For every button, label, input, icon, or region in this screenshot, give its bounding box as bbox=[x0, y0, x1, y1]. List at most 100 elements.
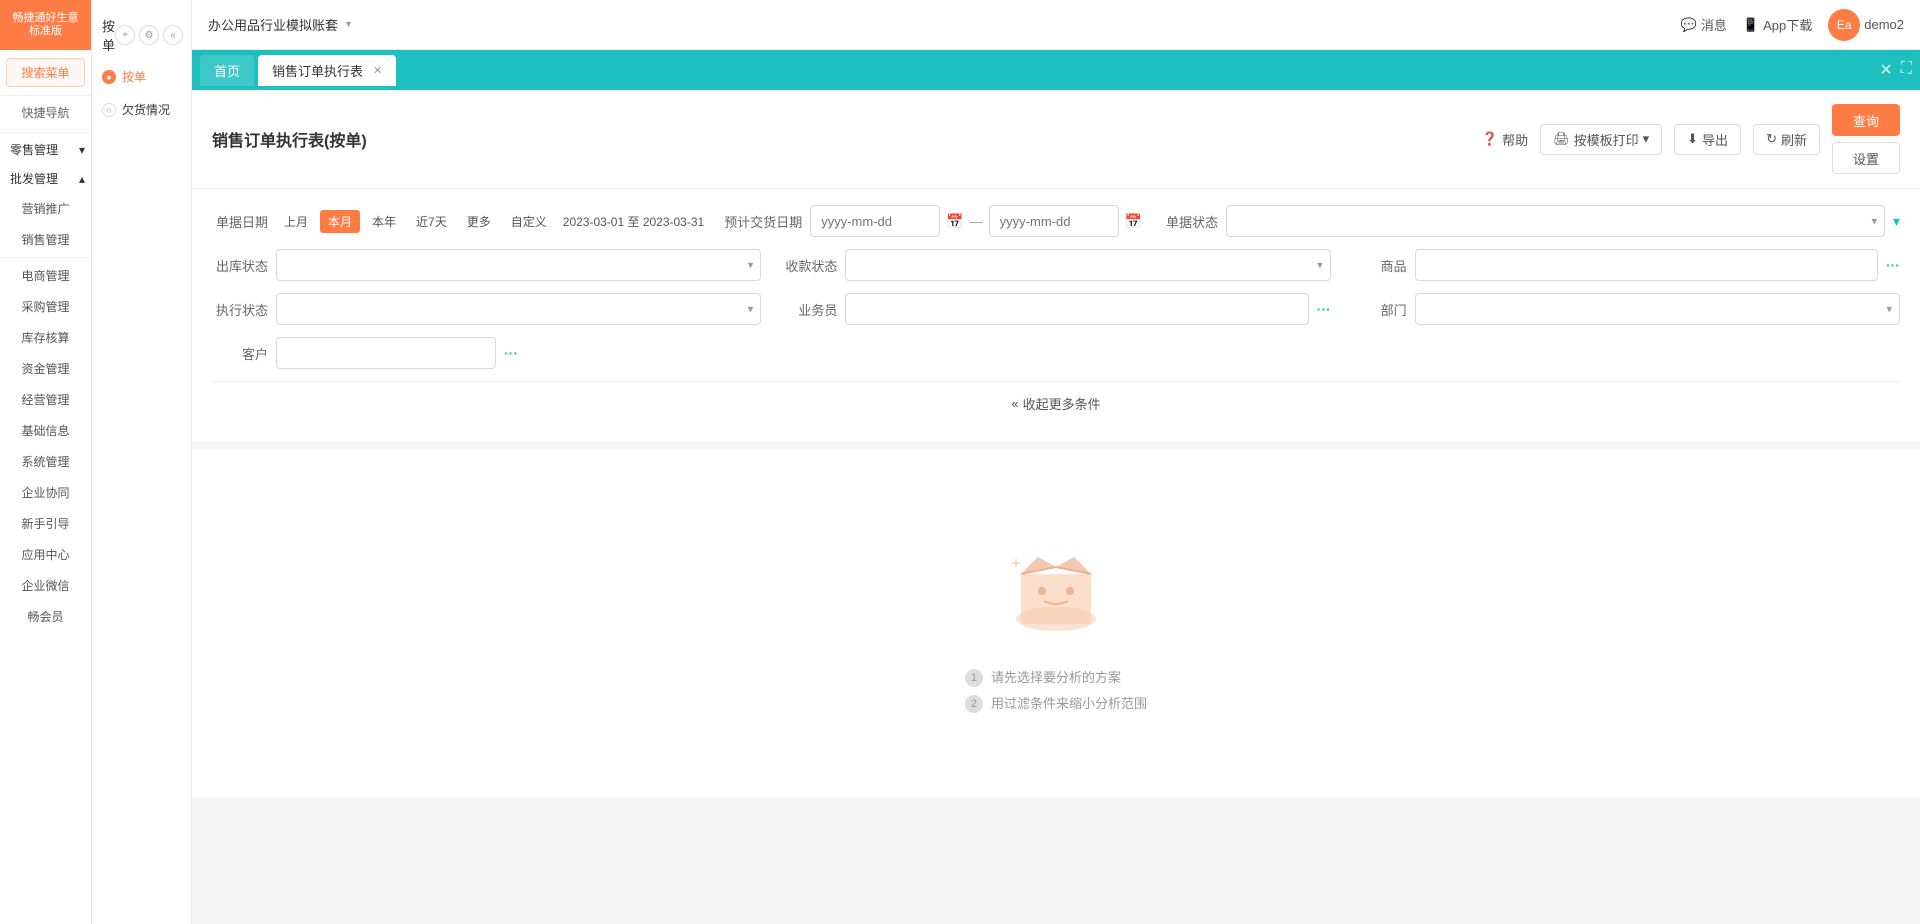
empty-tip-1: 请先选择要分析的方案 bbox=[991, 665, 1121, 691]
page-header: 销售订单执行表(按单) ❓ 帮助 🖨 按模板打印 ▾ ⬇ 导出 ↻ 刷新 bbox=[192, 90, 1920, 189]
sub-item-by-order[interactable]: ● 按单 bbox=[92, 60, 191, 93]
date-tab-custom[interactable]: 自定义 bbox=[503, 210, 555, 233]
salesperson-input[interactable] bbox=[845, 293, 1308, 325]
tab-home[interactable]: 首页 bbox=[200, 55, 254, 86]
sidebar-section-retail[interactable]: 零售管理 ▾ bbox=[0, 135, 91, 164]
filter-row-4: 客户 ··· bbox=[212, 337, 1900, 369]
exec-select-wrap bbox=[276, 293, 761, 325]
page-actions: ❓ 帮助 🖨 按模板打印 ▾ ⬇ 导出 ↻ 刷新 查询 bbox=[1482, 104, 1900, 188]
sidebar-item-marketing[interactable]: 营销推广 bbox=[0, 193, 91, 224]
empty-tip-row-2: 2 用过滤条件来缩小分析范围 bbox=[965, 691, 1147, 717]
empty-tip-2: 用过滤条件来缩小分析范围 bbox=[991, 691, 1147, 717]
cal-icon-start[interactable]: 📅 bbox=[946, 213, 963, 230]
dept-select-wrap bbox=[1415, 293, 1900, 325]
topbar-dropdown-icon[interactable]: ▾ bbox=[346, 19, 351, 30]
collapse-icon: « bbox=[1011, 396, 1018, 411]
exec-select[interactable] bbox=[276, 293, 761, 325]
app-download-button[interactable]: 📱 App下载 bbox=[1743, 15, 1812, 34]
settings-button[interactable]: 设置 bbox=[1832, 142, 1900, 174]
date-tab-this-year[interactable]: 本年 bbox=[364, 210, 404, 233]
sidebar-item-ecommerce[interactable]: 电商管理 bbox=[0, 260, 91, 291]
collapse-sidebar-button[interactable]: « bbox=[163, 25, 183, 45]
receipt-select[interactable] bbox=[845, 249, 1330, 281]
sub-item-arrears[interactable]: ○ 欠货情况 bbox=[92, 93, 191, 126]
sidebar-item-purchase[interactable]: 采购管理 bbox=[0, 291, 91, 322]
empty-illustration bbox=[996, 529, 1116, 649]
expected-date-end-input[interactable] bbox=[989, 205, 1119, 237]
app-download-icon: 📱 bbox=[1743, 17, 1759, 33]
tip-num-2: 2 bbox=[965, 695, 983, 713]
sub-sidebar-title: 按单 bbox=[102, 16, 115, 54]
app-download-label: App下载 bbox=[1763, 15, 1812, 34]
sidebar-item-wechat[interactable]: 企业微信 bbox=[0, 570, 91, 601]
message-button[interactable]: 💬 消息 bbox=[1681, 15, 1727, 34]
sidebar-item-app-center[interactable]: 应用中心 bbox=[0, 539, 91, 570]
query-button[interactable]: 查询 bbox=[1832, 104, 1900, 136]
filter-outstock-item: 出库状态 bbox=[212, 249, 761, 281]
filter-receipt-item: 收款状态 bbox=[781, 249, 1330, 281]
outstock-select-wrap bbox=[276, 249, 761, 281]
filter-row-2: 出库状态 收款状态 商品 bbox=[212, 249, 1900, 281]
tab-close-all-button[interactable]: ✕ bbox=[1879, 60, 1892, 80]
date-tab-more[interactable]: 更多 bbox=[459, 210, 499, 233]
expected-date-start-input[interactable] bbox=[810, 205, 940, 237]
date-label: 单据日期 bbox=[212, 212, 268, 231]
salesperson-label: 业务员 bbox=[781, 300, 837, 319]
filter-salesperson-item: 业务员 ··· bbox=[781, 293, 1330, 325]
dept-select[interactable] bbox=[1415, 293, 1900, 325]
tab-sales-exec[interactable]: 销售订单执行表 ✕ bbox=[258, 55, 396, 86]
date-tab-this-month[interactable]: 本月 bbox=[320, 210, 360, 233]
sidebar-section-wholesale-icon: ▴ bbox=[79, 172, 85, 186]
search-menu-button[interactable]: 搜索菜单 bbox=[6, 58, 85, 87]
export-label: 导出 bbox=[1702, 130, 1728, 149]
sidebar-item-operations[interactable]: 经营管理 bbox=[0, 384, 91, 415]
tab-home-label: 首页 bbox=[214, 61, 240, 80]
app-logo[interactable]: 畅捷通好生意 标准版 bbox=[0, 0, 91, 50]
tab-action-area: ✕ ⛶ bbox=[1879, 60, 1912, 80]
sidebar-section-wholesale[interactable]: 批发管理 ▴ bbox=[0, 164, 91, 193]
sidebar-divider-2 bbox=[0, 257, 91, 258]
sidebar-divider-1 bbox=[0, 132, 91, 133]
sidebar-item-sales[interactable]: 销售管理 bbox=[0, 224, 91, 255]
status-dropdown-icon[interactable]: ▾ bbox=[1893, 213, 1900, 230]
print-dropdown-icon: ▾ bbox=[1643, 131, 1650, 147]
sub-sidebar-header: 按单 + ⚙ « bbox=[92, 10, 191, 60]
salesperson-more-icon[interactable]: ··· bbox=[1317, 301, 1331, 317]
sub-item-by-order-label: 按单 bbox=[122, 68, 146, 85]
settings-scheme-button[interactable]: ⚙ bbox=[139, 25, 159, 45]
sidebar-item-system[interactable]: 系统管理 bbox=[0, 446, 91, 477]
outstock-label: 出库状态 bbox=[212, 256, 268, 275]
sidebar-item-newbie[interactable]: 新手引导 bbox=[0, 508, 91, 539]
customer-input[interactable] bbox=[276, 337, 496, 369]
add-scheme-button[interactable]: + bbox=[115, 25, 135, 45]
sidebar-item-inventory[interactable]: 库存核算 bbox=[0, 322, 91, 353]
outstock-select[interactable] bbox=[276, 249, 761, 281]
sidebar-item-enterprise[interactable]: 企业协同 bbox=[0, 477, 91, 508]
empty-tips: 1 请先选择要分析的方案 2 用过滤条件来缩小分析范围 bbox=[965, 665, 1147, 717]
help-button[interactable]: ❓ 帮助 bbox=[1482, 130, 1528, 149]
tab-close-icon[interactable]: ✕ bbox=[373, 64, 382, 77]
sidebar-item-member[interactable]: 畅会员 bbox=[0, 601, 91, 632]
refresh-label: 刷新 bbox=[1781, 130, 1807, 149]
customer-more-icon[interactable]: ··· bbox=[504, 345, 518, 361]
export-button[interactable]: ⬇ 导出 bbox=[1674, 124, 1741, 155]
cal-icon-end[interactable]: 📅 bbox=[1125, 213, 1142, 230]
collapse-button[interactable]: « 收起更多条件 bbox=[995, 388, 1116, 419]
customer-label: 客户 bbox=[212, 344, 268, 363]
receipt-select-wrap bbox=[845, 249, 1330, 281]
message-icon: 💬 bbox=[1681, 17, 1697, 33]
date-tab-last-month[interactable]: 上月 bbox=[276, 210, 316, 233]
sidebar-item-finance[interactable]: 资金管理 bbox=[0, 353, 91, 384]
refresh-button[interactable]: ↻ 刷新 bbox=[1753, 124, 1820, 155]
user-menu[interactable]: Ea demo2 bbox=[1828, 9, 1904, 41]
status-select[interactable] bbox=[1226, 205, 1885, 237]
goods-more-icon[interactable]: ··· bbox=[1886, 257, 1900, 273]
goods-input[interactable] bbox=[1415, 249, 1878, 281]
date-tab-7days[interactable]: 近7天 bbox=[408, 210, 455, 233]
date-sep: — bbox=[970, 214, 983, 229]
expected-date-label: 预计交货日期 bbox=[724, 212, 802, 231]
print-button[interactable]: 🖨 按模板打印 ▾ bbox=[1540, 124, 1662, 155]
tab-expand-button[interactable]: ⛶ bbox=[1901, 60, 1912, 80]
sidebar-item-basic-info[interactable]: 基础信息 bbox=[0, 415, 91, 446]
sidebar-item-quick-nav[interactable]: 快捷导航 bbox=[0, 96, 91, 130]
